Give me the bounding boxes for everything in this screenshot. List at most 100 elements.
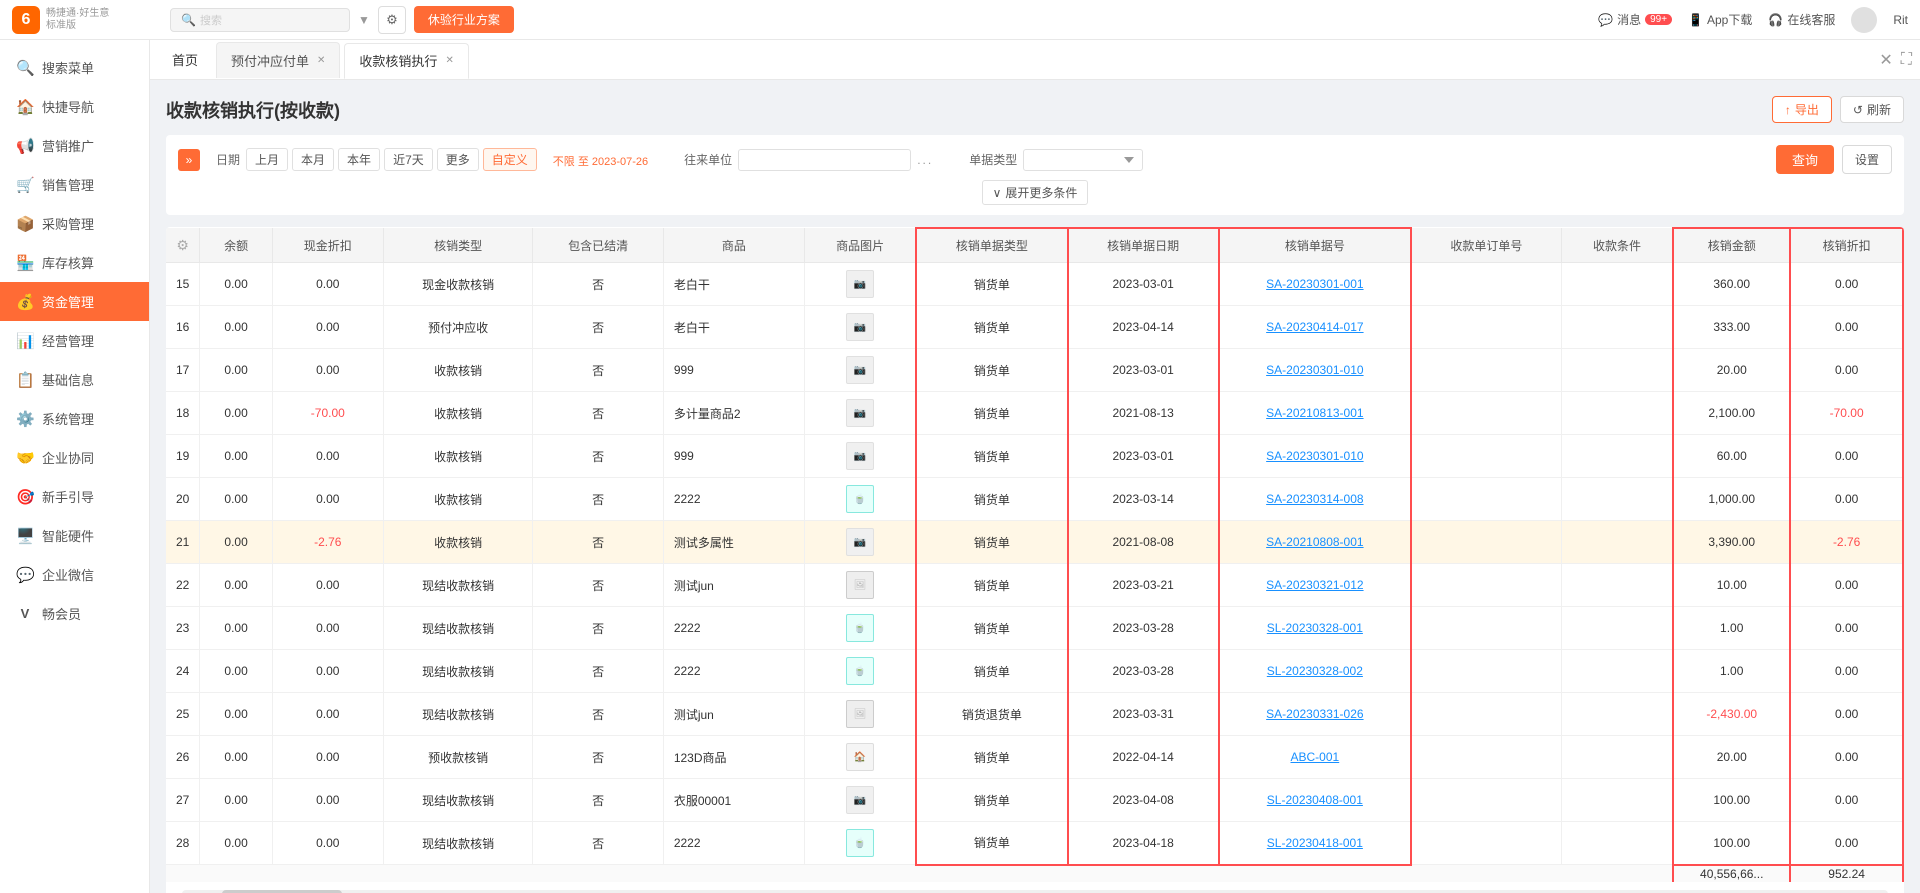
- tab-collection[interactable]: 收款核销执行 ✕: [344, 43, 468, 79]
- date-btn-this-month[interactable]: 本月: [292, 148, 334, 171]
- sidebar-item-enterprise[interactable]: 🤝 企业协同: [0, 438, 149, 477]
- cell-goods: 老白干: [663, 306, 804, 349]
- table-row: 26 0.00 0.00 预收款核销 否 123D商品 🏠 销货单 2022-0…: [166, 736, 1903, 779]
- date-btn-custom[interactable]: 自定义: [483, 148, 537, 171]
- table-body: 15 0.00 0.00 现金收款核销 否 老白干 📷 销货单 2023-03-…: [166, 263, 1903, 865]
- cell-balance: 0.00: [200, 478, 272, 521]
- cell-amount: 333.00: [1673, 306, 1790, 349]
- tab-close-collection[interactable]: ✕: [445, 55, 453, 66]
- sidebar-item-quick-nav[interactable]: 🏠 快捷导航: [0, 87, 149, 126]
- message-icon: 💬: [1598, 13, 1613, 27]
- cell-receipt-no: [1411, 521, 1561, 564]
- cell-goods-img: 📷: [804, 392, 916, 435]
- tab-home[interactable]: 首页: [158, 44, 212, 75]
- sidebar-item-search[interactable]: 🔍 搜索菜单: [0, 48, 149, 87]
- date-btn-7days[interactable]: 近7天: [384, 148, 433, 171]
- cell-bill-no[interactable]: SA-20230331-026: [1219, 693, 1411, 736]
- cell-type: 预付冲应收: [383, 306, 533, 349]
- cell-bill-no[interactable]: SA-20230321-012: [1219, 564, 1411, 607]
- bill-type-select[interactable]: [1023, 149, 1143, 171]
- cell-bill-no[interactable]: SA-20230301-010: [1219, 349, 1411, 392]
- cell-cash-discount: 0.00: [272, 564, 383, 607]
- date-btn-last-month[interactable]: 上月: [246, 148, 288, 171]
- table-row: 18 0.00 -70.00 收款核销 否 多计量商品2 📷 销货单 2021-…: [166, 392, 1903, 435]
- partner-input[interactable]: [738, 149, 911, 171]
- cell-receipt-cond: [1561, 478, 1673, 521]
- cell-type: 现结收款核销: [383, 607, 533, 650]
- search-input-top[interactable]: 🔍 搜索: [170, 8, 350, 32]
- sidebar-item-finance[interactable]: 💰 资金管理: [0, 282, 149, 321]
- cell-bill-no[interactable]: SL-20230418-001: [1219, 822, 1411, 865]
- cell-balance: 0.00: [200, 521, 272, 564]
- cell-amount: 60.00: [1673, 435, 1790, 478]
- partner-dots[interactable]: ...: [917, 153, 933, 167]
- cell-bill-date: 2023-04-14: [1068, 306, 1219, 349]
- query-button[interactable]: 查询: [1776, 145, 1834, 174]
- app-download-item[interactable]: 📱 App下载: [1688, 11, 1752, 28]
- cell-rownum: 25: [166, 693, 200, 736]
- sidebar-item-basic[interactable]: 📋 基础信息: [0, 360, 149, 399]
- date-btn-more[interactable]: 更多: [437, 148, 479, 171]
- main-layout: 🔍 搜索菜单 🏠 快捷导航 📢 营销推广 🛒 销售管理 📦 采购管理 🏪 库存核…: [0, 40, 1920, 893]
- cell-bill-no[interactable]: SA-20230301-010: [1219, 435, 1411, 478]
- table-row: 16 0.00 0.00 预付冲应收 否 老白干 📷 销货单 2023-04-1…: [166, 306, 1903, 349]
- sidebar-item-marketing[interactable]: 📢 营销推广: [0, 126, 149, 165]
- sidebar-item-member[interactable]: V 畅会员: [0, 594, 149, 633]
- sidebar-item-wechat[interactable]: 💬 企业微信: [0, 555, 149, 594]
- refresh-button[interactable]: ↺ 刷新: [1840, 96, 1904, 123]
- cell-cash-discount: 0.00: [272, 478, 383, 521]
- sidebar-item-guide[interactable]: 🎯 新手引导: [0, 477, 149, 516]
- cell-bill-no[interactable]: SL-20230328-001: [1219, 607, 1411, 650]
- sidebar-item-business[interactable]: 📊 经营管理: [0, 321, 149, 360]
- cell-receipt-cond: [1561, 736, 1673, 779]
- cell-bill-no[interactable]: SL-20230328-002: [1219, 650, 1411, 693]
- cell-bill-no[interactable]: SA-20230314-008: [1219, 478, 1411, 521]
- filter-toggle-button[interactable]: »: [178, 149, 200, 171]
- cell-discount: 0.00: [1790, 263, 1903, 306]
- sidebar-item-inventory[interactable]: 🏪 库存核算: [0, 243, 149, 282]
- dropdown-icon[interactable]: ▼: [358, 13, 370, 27]
- sidebar-item-sales[interactable]: 🛒 销售管理: [0, 165, 149, 204]
- industry-button[interactable]: 休验行业方案: [414, 6, 514, 33]
- date-btn-this-year[interactable]: 本年: [338, 148, 380, 171]
- col-settings[interactable]: ⚙: [166, 228, 200, 263]
- tab-close-prepay[interactable]: ✕: [317, 55, 325, 66]
- cell-balance: 0.00: [200, 779, 272, 822]
- sidebar-item-system[interactable]: ⚙️ 系统管理: [0, 399, 149, 438]
- gear-button[interactable]: ⚙: [378, 6, 406, 34]
- cell-rownum: 28: [166, 822, 200, 865]
- sales-icon: 🛒: [16, 176, 34, 194]
- cell-bill-no[interactable]: SL-20230408-001: [1219, 779, 1411, 822]
- sidebar-item-label: 快捷导航: [42, 97, 94, 116]
- avatar[interactable]: [1851, 7, 1877, 33]
- cell-rownum: 27: [166, 779, 200, 822]
- cell-receipt-no: [1411, 779, 1561, 822]
- tab-prepay[interactable]: 预付冲应付单 ✕: [216, 42, 340, 78]
- sidebar-item-hardware[interactable]: 🖥️ 智能硬件: [0, 516, 149, 555]
- cell-amount: 100.00: [1673, 822, 1790, 865]
- page-title: 收款核销执行(按收款): [166, 97, 340, 123]
- online-service-item[interactable]: 🎧 在线客服: [1768, 11, 1835, 28]
- maximize-icon[interactable]: ⛶: [1901, 51, 1912, 69]
- cell-bill-no[interactable]: SA-20230414-017: [1219, 306, 1411, 349]
- close-window-icon[interactable]: ✕: [1879, 50, 1892, 70]
- setting-button[interactable]: 设置: [1842, 145, 1892, 174]
- cell-bill-no[interactable]: SA-20210808-001: [1219, 521, 1411, 564]
- cell-rownum: 20: [166, 478, 200, 521]
- cell-bill-no[interactable]: SA-20210813-001: [1219, 392, 1411, 435]
- sidebar-item-label: 资金管理: [42, 292, 94, 311]
- hardware-icon: 🖥️: [16, 527, 34, 545]
- cell-bill-no[interactable]: SA-20230301-001: [1219, 263, 1411, 306]
- date-filter: 日期 上月 本月 本年 近7天 更多 自定义: [216, 148, 537, 171]
- message-item[interactable]: 💬 消息 99+: [1598, 11, 1672, 28]
- export-button[interactable]: ↑ 导出: [1772, 96, 1832, 123]
- horizontal-scrollbar[interactable]: [182, 890, 1888, 893]
- sidebar-item-purchase[interactable]: 📦 采购管理: [0, 204, 149, 243]
- refresh-icon: ↺: [1853, 103, 1863, 117]
- cell-bill-date: 2022-04-14: [1068, 736, 1219, 779]
- cell-bill-no[interactable]: ABC-001: [1219, 736, 1411, 779]
- cell-receipt-cond: [1561, 650, 1673, 693]
- cell-receipt-no: [1411, 349, 1561, 392]
- expand-button[interactable]: ∨ 展开更多条件: [982, 180, 1089, 205]
- cell-balance: 0.00: [200, 822, 272, 865]
